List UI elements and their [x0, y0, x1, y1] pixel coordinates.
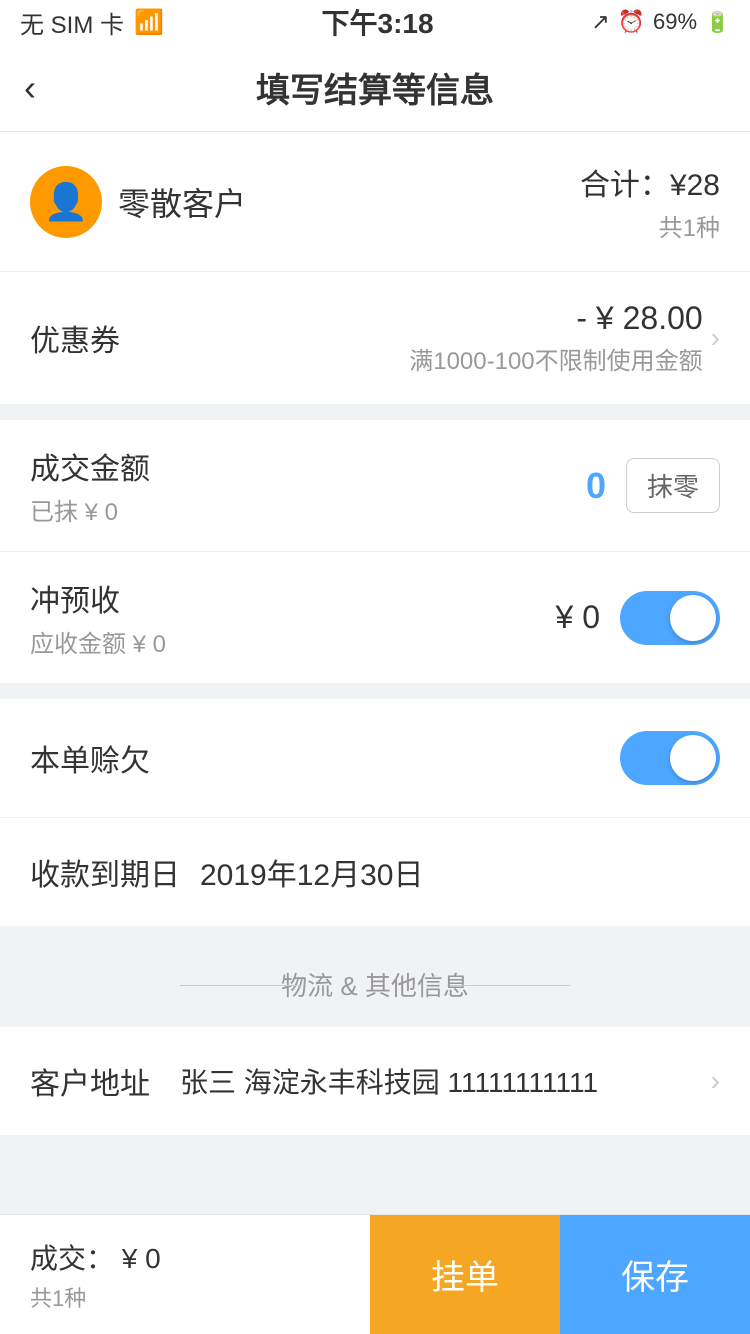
transaction-section: 成交金额 已抹 ¥ 0 0 抹零 冲预收 应收金额 ¥ 0 ¥ 0: [0, 420, 750, 683]
avatar: 👤: [30, 166, 102, 238]
advance-amount-col: ¥ 0: [556, 599, 600, 636]
coupon-info: - ¥ 28.00 满1000-100不限制使用金额: [409, 300, 702, 376]
logistics-divider: 物流 & 其他信息: [0, 950, 750, 1019]
customer-name: 零散客户: [118, 179, 246, 225]
due-date-row: 收款到期日 2019年12月30日: [0, 818, 750, 926]
logistics-divider-wrapper: 物流 & 其他信息: [0, 942, 750, 1027]
debit-row: 本单赊欠: [0, 699, 750, 818]
coupon-right: - ¥ 28.00 满1000-100不限制使用金额 ›: [409, 300, 720, 376]
address-row[interactable]: 客户地址 张三 海淀永丰科技园 11111111111 ›: [0, 1027, 750, 1135]
page-title: 填写结算等信息: [256, 63, 494, 112]
advance-receivable: 应收金额 ¥ 0: [30, 624, 166, 659]
transaction-amount-label: 成交金额: [30, 444, 150, 488]
toggle-knob: [670, 595, 716, 641]
address-value: 张三 海淀永丰科技园 11111111111: [180, 1061, 711, 1101]
coupon-chevron-icon: ›: [711, 322, 720, 354]
total-amount: 合计：¥28: [580, 160, 720, 204]
bottom-count: 共1种: [30, 1281, 340, 1313]
advance-row: 冲预收 应收金额 ¥ 0 ¥ 0: [0, 552, 750, 683]
advance-toggle[interactable]: [620, 591, 720, 645]
save-button[interactable]: 保存: [560, 1215, 750, 1334]
battery-text: 69%: [653, 9, 697, 35]
logistics-title: 物流 & 其他信息: [281, 971, 469, 1001]
advance-right: ¥ 0: [556, 591, 720, 645]
coupon-discount: - ¥ 28.00: [409, 300, 702, 337]
debit-toggle[interactable]: [620, 731, 720, 785]
due-date-label: 收款到期日: [30, 850, 180, 894]
avatar-icon: 👤: [44, 181, 89, 223]
rounded-text: 已抹 ¥ 0: [30, 492, 150, 527]
advance-col: 冲预收 应收金额 ¥ 0: [30, 576, 166, 659]
advance-label: 冲预收: [30, 576, 166, 620]
status-time: 下午3:18: [322, 2, 434, 42]
address-chevron-icon: ›: [711, 1065, 720, 1097]
carrier-text: 无 SIM 卡: [20, 5, 124, 40]
status-right: ↗ ⏰ 69% 🔋: [591, 9, 730, 35]
debit-toggle-knob: [670, 735, 716, 781]
coupon-desc: 满1000-100不限制使用金额: [409, 341, 702, 376]
deal-label: 成交：: [30, 1243, 114, 1274]
debit-label: 本单赊欠: [30, 736, 150, 780]
debit-section: 本单赊欠 收款到期日 2019年12月30日: [0, 699, 750, 926]
customer-totals: 合计：¥28 共1种: [580, 160, 720, 243]
round-button[interactable]: 抹零: [626, 458, 720, 513]
bottom-deal-amount: 成交： ¥ 0: [30, 1237, 340, 1277]
transaction-amount-row: 成交金额 已抹 ¥ 0 0 抹零: [0, 420, 750, 552]
transaction-amount-right: 0 抹零: [586, 458, 720, 513]
customer-row: 👤 零散客户 合计：¥28 共1种: [0, 132, 750, 271]
advance-amount: ¥ 0: [556, 599, 600, 636]
location-icon: ↗: [591, 9, 609, 35]
battery-icon: 🔋: [705, 10, 730, 35]
customer-left: 👤 零散客户: [30, 166, 246, 238]
nav-bar: ‹ 填写结算等信息: [0, 44, 750, 132]
coupon-row[interactable]: 优惠券 - ¥ 28.00 满1000-100不限制使用金额 ›: [0, 271, 750, 404]
back-button[interactable]: ‹: [24, 67, 36, 109]
address-label: 客户地址: [30, 1059, 150, 1103]
total-count: 共1种: [580, 208, 720, 243]
customer-section: 👤 零散客户 合计：¥28 共1种 优惠券 - ¥ 28.00 满1000-10…: [0, 132, 750, 404]
transaction-amount-value: 0: [586, 465, 606, 507]
wifi-icon: 📶: [134, 8, 164, 37]
bottom-info: 成交： ¥ 0 共1种: [0, 1237, 370, 1313]
bottom-bar: 成交： ¥ 0 共1种 挂单 保存: [0, 1214, 750, 1334]
status-left: 无 SIM 卡 📶: [20, 5, 164, 40]
coupon-label: 优惠券: [30, 316, 120, 360]
transaction-amount-col: 成交金额 已抹 ¥ 0: [30, 444, 150, 527]
address-section: 客户地址 张三 海淀永丰科技园 11111111111 ›: [0, 1027, 750, 1135]
alarm-icon: ⏰: [618, 9, 645, 35]
hold-button[interactable]: 挂单: [370, 1215, 560, 1334]
status-bar: 无 SIM 卡 📶 下午3:18 ↗ ⏰ 69% 🔋: [0, 0, 750, 44]
due-date-value: 2019年12月30日: [200, 850, 423, 894]
deal-amount: ¥ 0: [122, 1243, 161, 1274]
